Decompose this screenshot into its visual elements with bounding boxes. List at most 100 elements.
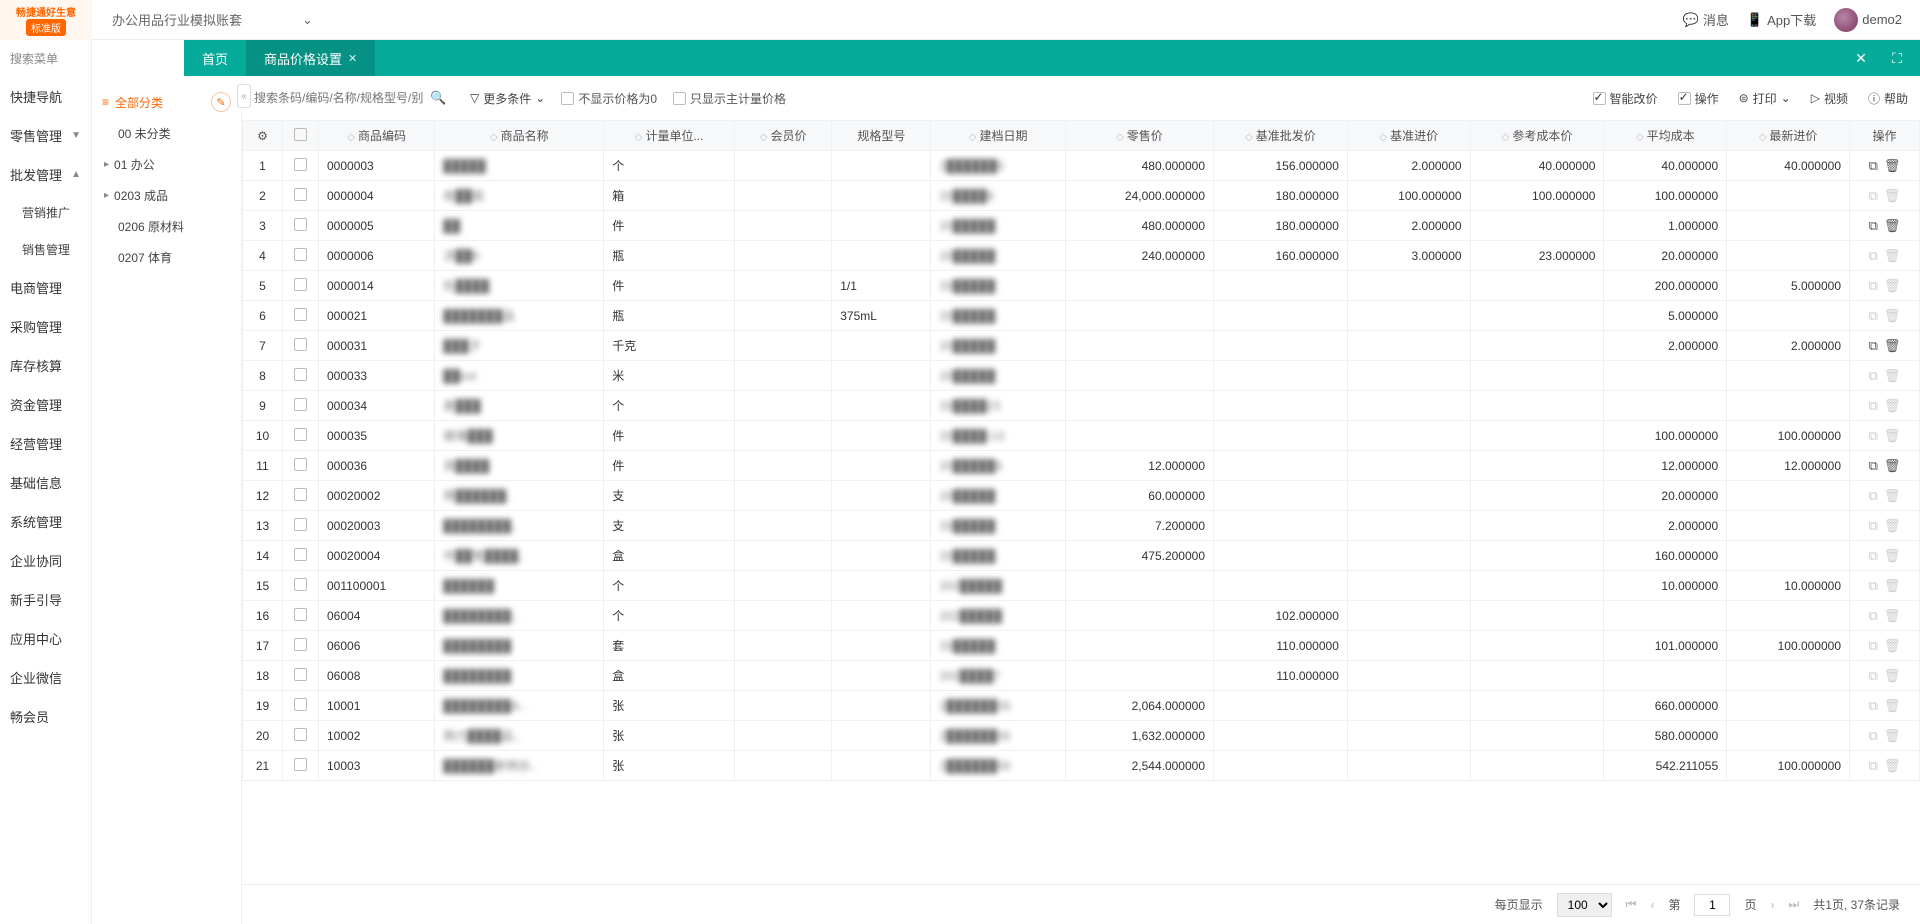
row-edit-icon[interactable]: ⧉	[1869, 218, 1878, 233]
sidebar-item[interactable]: 企业协同	[0, 541, 91, 580]
edit-categories-icon[interactable]: ✎	[211, 92, 231, 112]
row-checkbox[interactable]	[294, 458, 307, 471]
row-edit-icon[interactable]: ⧉	[1869, 578, 1878, 593]
checkbox-hide-zero-price[interactable]: 不显示价格为0	[561, 90, 657, 107]
sidebar-item[interactable]: 资金管理	[0, 385, 91, 424]
sidebar-item[interactable]: 新手引导	[0, 580, 91, 619]
tree-item[interactable]: 0206 原材料	[92, 211, 241, 242]
tree-item[interactable]: ▸0203 成品	[92, 180, 241, 211]
user-menu[interactable]: demo2	[1834, 8, 1902, 32]
sidebar-item[interactable]: 零售管理▼	[0, 116, 91, 155]
tree-item[interactable]: 0207 体育	[92, 242, 241, 273]
sidebar-item[interactable]: 企业微信	[0, 658, 91, 697]
row-edit-icon[interactable]: ⧉	[1869, 488, 1878, 503]
sidebar-item[interactable]: 应用中心	[0, 619, 91, 658]
tab-price-settings[interactable]: 商品价格设置✕	[246, 40, 375, 76]
tree-item[interactable]: ▸01 办公	[92, 149, 241, 180]
row-delete-icon[interactable]: 🗑	[1884, 698, 1901, 713]
table-row[interactable]: 15 001100001 ██████ 个 202█████ 10.000000…	[243, 571, 1920, 601]
col-member-price[interactable]: ◇会员价	[735, 121, 832, 151]
col-name[interactable]: ◇商品名称	[435, 121, 604, 151]
row-checkbox[interactable]	[294, 338, 307, 351]
sidebar-search[interactable]: 搜索菜单	[0, 40, 91, 77]
row-checkbox[interactable]	[294, 398, 307, 411]
search-input[interactable]	[254, 91, 424, 105]
row-checkbox[interactable]	[294, 428, 307, 441]
table-row[interactable]: 5 0000014 杜████ 件 1/1 20█████ 200.000000…	[243, 271, 1920, 301]
col-checkbox[interactable]	[283, 121, 319, 151]
table-row[interactable]: 11 000036 测████ 件 20█████8 12.000000 12.…	[243, 451, 1920, 481]
row-delete-icon[interactable]: 🗑	[1884, 458, 1901, 473]
sidebar-item[interactable]: 畅会员	[0, 697, 91, 736]
row-checkbox[interactable]	[294, 368, 307, 381]
table-row[interactable]: 17 06006 ████████ 套 20█████ 110.000000 1…	[243, 631, 1920, 661]
row-delete-icon[interactable]: 🗑	[1884, 608, 1901, 623]
close-icon[interactable]: ✕	[348, 52, 357, 65]
row-delete-icon[interactable]: 🗑	[1884, 758, 1901, 773]
price-table-wrap[interactable]: ⚙ ◇商品编码 ◇商品名称 ◇计量单位... ◇会员价 规格型号 ◇建档日期 ◇…	[242, 120, 1920, 884]
next-page-icon[interactable]: ›	[1770, 898, 1774, 912]
row-delete-icon[interactable]: 🗑	[1884, 668, 1901, 683]
row-checkbox[interactable]	[294, 248, 307, 261]
row-edit-icon[interactable]: ⧉	[1869, 698, 1878, 713]
row-checkbox[interactable]	[294, 608, 307, 621]
page-number-input[interactable]	[1694, 894, 1730, 916]
row-edit-icon[interactable]: ⧉	[1869, 458, 1878, 473]
row-checkbox[interactable]	[294, 188, 307, 201]
row-checkbox[interactable]	[294, 158, 307, 171]
row-edit-icon[interactable]: ⧉	[1869, 428, 1878, 443]
table-row[interactable]: 14 00020004 中██笔████.. 盒 20█████ 475.200…	[243, 541, 1920, 571]
row-checkbox[interactable]	[294, 548, 307, 561]
row-checkbox[interactable]	[294, 698, 307, 711]
search-icon[interactable]: 🔍	[430, 90, 446, 106]
smart-reprice-button[interactable]: 智能改价	[1593, 90, 1658, 107]
row-edit-icon[interactable]: ⧉	[1869, 668, 1878, 683]
col-gear[interactable]: ⚙	[243, 121, 283, 151]
help-button[interactable]: ⓘ帮助	[1868, 90, 1908, 107]
row-edit-icon[interactable]: ⧉	[1869, 548, 1878, 563]
table-row[interactable]: 20 10002 扬力████品.. 张 2██████05 1,632.000…	[243, 721, 1920, 751]
row-checkbox[interactable]	[294, 578, 307, 591]
row-delete-icon[interactable]: 🗑	[1884, 158, 1901, 173]
row-edit-icon[interactable]: ⧉	[1869, 248, 1878, 263]
row-checkbox[interactable]	[294, 278, 307, 291]
tree-item[interactable]: 00 未分类	[92, 118, 241, 149]
tab-close-all-button[interactable]: ✕	[1848, 45, 1874, 71]
row-delete-icon[interactable]: 🗑	[1884, 398, 1901, 413]
table-row[interactable]: 9 000034 奥███ 个 20████23 ⧉🗑	[243, 391, 1920, 421]
operate-button[interactable]: 操作	[1678, 90, 1719, 107]
sidebar-item[interactable]: 采购管理	[0, 307, 91, 346]
col-unit[interactable]: ◇计量单位...	[604, 121, 735, 151]
col-ref-cost[interactable]: ◇参考成本价	[1470, 121, 1604, 151]
sidebar-item[interactable]: 电商管理	[0, 268, 91, 307]
col-wholesale[interactable]: ◇基准批发价	[1214, 121, 1348, 151]
col-latest-purchase[interactable]: ◇最新进价	[1727, 121, 1850, 151]
sidebar-item[interactable]: 系统管理	[0, 502, 91, 541]
row-delete-icon[interactable]: 🗑	[1884, 248, 1901, 263]
row-checkbox[interactable]	[294, 218, 307, 231]
row-delete-icon[interactable]: 🗑	[1884, 368, 1901, 383]
table-row[interactable]: 1 0000003 █████ 个 2██████0 480.000000 15…	[243, 151, 1920, 181]
row-edit-icon[interactable]: ⧉	[1869, 728, 1878, 743]
per-page-select[interactable]: 100	[1557, 893, 1612, 917]
table-row[interactable]: 13 00020003 ████████.. 支 20█████ 7.20000…	[243, 511, 1920, 541]
sidebar-item[interactable]: 批发管理▲	[0, 155, 91, 194]
row-edit-icon[interactable]: ⧉	[1869, 188, 1878, 203]
tree-all-categories[interactable]: ≡ 全部分类 ✎	[92, 86, 241, 118]
table-row[interactable]: 4 0000006 涉██K 瓶 20█████ 240.000000 160.…	[243, 241, 1920, 271]
app-download-button[interactable]: 📱App下载	[1747, 10, 1816, 29]
more-conditions-button[interactable]: ▽更多条件 ⌄	[470, 90, 545, 107]
sidebar-item[interactable]: 快捷导航	[0, 77, 91, 116]
col-avg-cost[interactable]: ◇平均成本	[1604, 121, 1727, 151]
first-page-icon[interactable]: ⏮	[1626, 897, 1637, 912]
table-row[interactable]: 19 10001 ████████A.. 张 2██████05 2,064.0…	[243, 691, 1920, 721]
col-retail[interactable]: ◇零售价	[1065, 121, 1213, 151]
row-edit-icon[interactable]: ⧉	[1869, 758, 1878, 773]
workspace-selector[interactable]: 办公用品行业模拟账套 ⌄	[112, 10, 313, 29]
row-checkbox[interactable]	[294, 518, 307, 531]
row-delete-icon[interactable]: 🗑	[1884, 488, 1901, 503]
table-row[interactable]: 6 000021 ███████品 瓶 375mL 20█████ 5.0000…	[243, 301, 1920, 331]
table-row[interactable]: 7 000031 ███子 千克 20█████ 2.000000 2.0000…	[243, 331, 1920, 361]
row-delete-icon[interactable]: 🗑	[1884, 278, 1901, 293]
table-row[interactable]: 2 0000004 收██纸 箱 20████8 24,000.000000 1…	[243, 181, 1920, 211]
